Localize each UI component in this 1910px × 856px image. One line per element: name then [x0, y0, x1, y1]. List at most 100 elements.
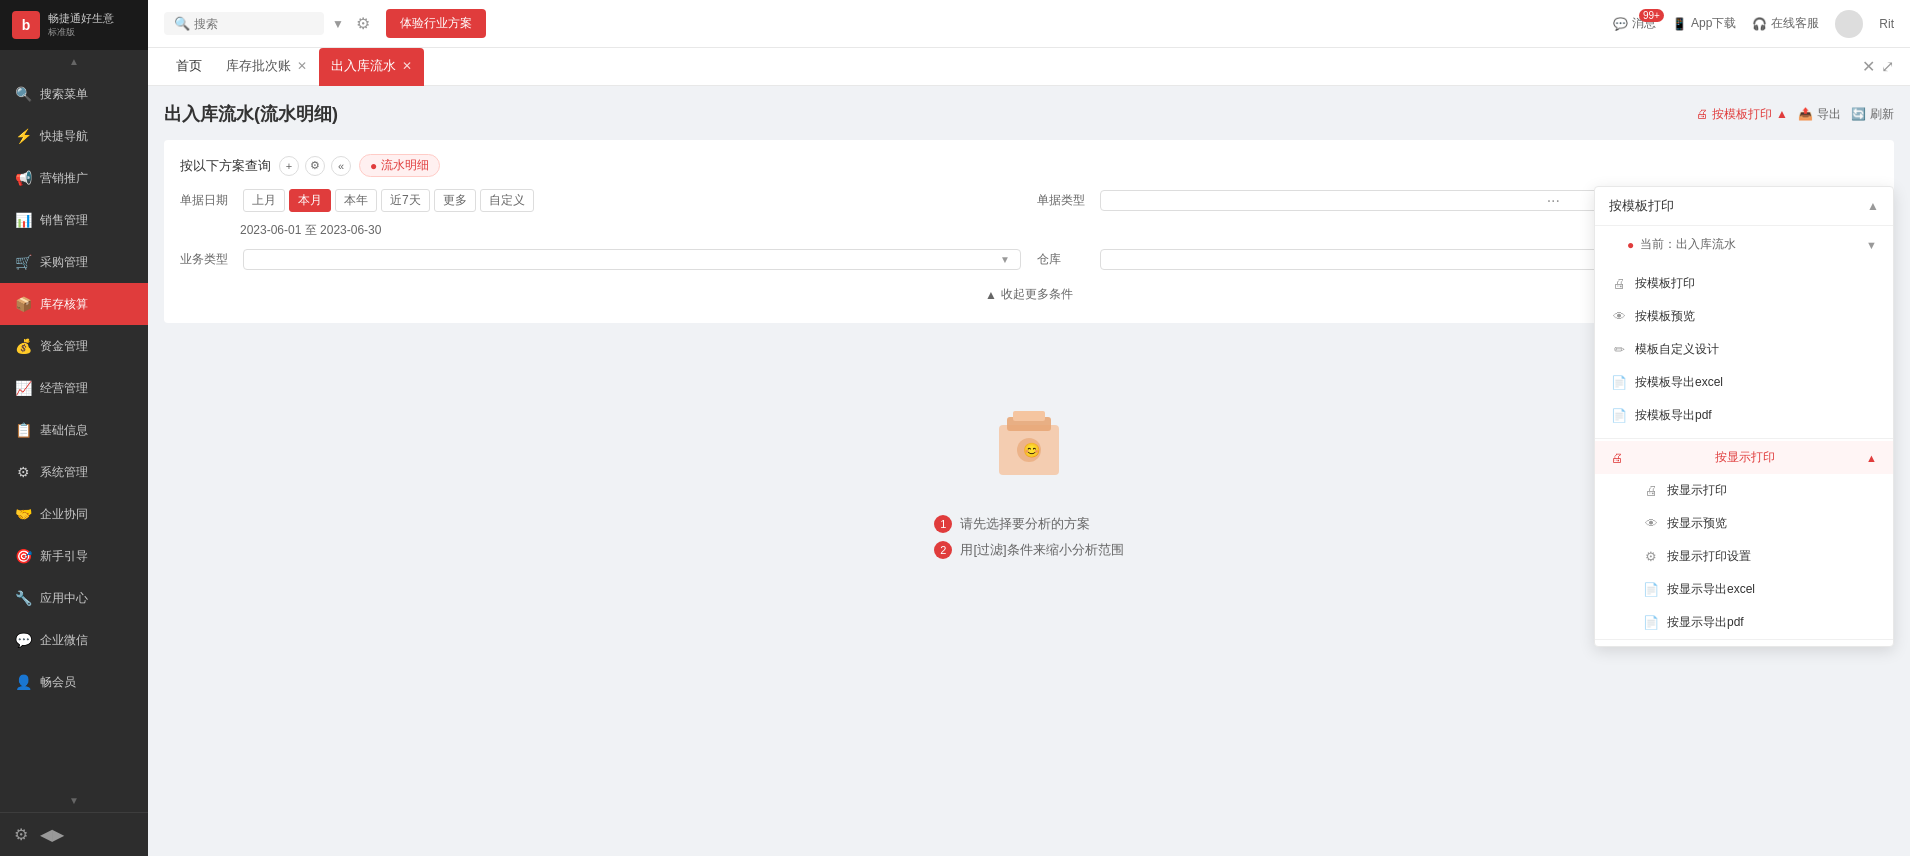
display-section-arrow: ▲ — [1866, 452, 1877, 464]
print-template-button[interactable]: 🖨 按模板打印 ▲ — [1696, 106, 1788, 123]
message-icon: 💬 — [1613, 17, 1628, 31]
page-header: 出入库流水(流水明细) 🖨 按模板打印 ▲ 📤 导出 🔄 刷新 — [164, 102, 1894, 126]
filter-settings-button[interactable]: ⚙ — [305, 156, 325, 176]
refresh-button[interactable]: 🔄 刷新 — [1851, 106, 1894, 123]
dropdown-item-template-preview[interactable]: 👁 按模板预览 — [1595, 300, 1893, 333]
quick-nav-icon: ⚡ — [14, 127, 32, 145]
scroll-up-arrow[interactable]: ▲ — [67, 54, 81, 69]
display-print-icon: 🖨 — [1643, 483, 1659, 499]
sidebar-item-collab[interactable]: 🤝 企业协同 — [0, 493, 148, 535]
dropdown-item-display-settings[interactable]: ⚙ 按显示打印设置 — [1611, 540, 1893, 573]
date-btn-year[interactable]: 本年 — [335, 189, 377, 212]
tab-batch-close[interactable]: ✕ — [297, 59, 307, 73]
app-download-button[interactable]: 📱 App下载 — [1672, 15, 1736, 32]
custom-item-icon: ✏ — [1611, 342, 1627, 358]
date-btn-more[interactable]: 更多 — [434, 189, 476, 212]
topbar-gear-icon[interactable]: ⚙ — [356, 14, 370, 33]
sidebar-item-search[interactable]: 🔍 搜索菜单 — [0, 73, 148, 115]
step-2-text: 用[过滤]条件来缩小分析范围 — [960, 541, 1123, 559]
sidebar-label-marketing: 营销推广 — [40, 170, 88, 187]
sidebar-item-quick[interactable]: ⚡ 快捷导航 — [0, 115, 148, 157]
empty-steps: 1 请先选择要分析的方案 2 用[过滤]条件来缩小分析范围 — [934, 515, 1123, 559]
sidebar-item-sales[interactable]: 📊 销售管理 — [0, 199, 148, 241]
sidebar-item-finance[interactable]: 💰 资金管理 — [0, 325, 148, 367]
sidebar-item-member[interactable]: 👤 畅会员 — [0, 661, 148, 703]
empty-step-2: 2 用[过滤]条件来缩小分析范围 — [934, 541, 1123, 559]
preview-item-icon: 👁 — [1611, 309, 1627, 325]
dropdown-item-display-excel[interactable]: 📄 按显示导出excel — [1611, 573, 1893, 606]
filter-collapse-button[interactable]: « — [331, 156, 351, 176]
dropdown-scroll: ● 当前：出入库流水 ▼ 🖨 按模板打印 👁 按模板预览 ✏ — [1595, 226, 1893, 646]
biz-select[interactable]: ▼ — [243, 249, 1021, 270]
tab-close-all-button[interactable]: ✕ — [1862, 57, 1875, 76]
topbar-dropdown-arrow[interactable]: ▼ — [332, 17, 344, 31]
settings-bottom-icon[interactable]: ⚙ — [14, 825, 28, 844]
sidebar-label-search: 搜索菜单 — [40, 86, 88, 103]
tab-expand-button[interactable]: ⤢ — [1881, 57, 1894, 76]
topbar-search-input[interactable] — [194, 17, 314, 31]
message-badge: 99+ — [1639, 9, 1664, 22]
dropdown-item-template-custom[interactable]: ✏ 模板自定义设计 — [1595, 333, 1893, 366]
dropdown-item-label-template-pdf: 按模板导出pdf — [1635, 407, 1712, 424]
display-excel-icon: 📄 — [1643, 582, 1659, 598]
app-download-label: App下载 — [1691, 15, 1736, 32]
dropdown-item-display-pdf[interactable]: 📄 按显示导出pdf — [1611, 606, 1893, 639]
dropdown-current-label[interactable]: ● 当前：出入库流水 ▼ — [1595, 230, 1893, 259]
export-button[interactable]: 📤 导出 — [1798, 106, 1841, 123]
tab-home-label: 首页 — [176, 57, 202, 75]
sidebar-item-operation[interactable]: 📈 经营管理 — [0, 367, 148, 409]
filter-add-button[interactable]: + — [279, 156, 299, 176]
search-topbar-icon: 🔍 — [174, 16, 190, 31]
sidebar-label-purchase: 采购管理 — [40, 254, 88, 271]
tab-batch[interactable]: 库存批次账 ✕ — [214, 48, 319, 86]
sidebar-item-guide[interactable]: 🎯 新手引导 — [0, 535, 148, 577]
sidebar: b 畅捷通好生意 标准版 ▲ 🔍 搜索菜单 ⚡ 快捷导航 📢 营销推广 📊 销售… — [0, 0, 148, 856]
dropdown-item-label-template-print: 按模板打印 — [1635, 275, 1695, 292]
sidebar-item-basic[interactable]: 📋 基础信息 — [0, 409, 148, 451]
dropdown-item-display-preview[interactable]: 👁 按显示预览 — [1611, 507, 1893, 540]
svg-rect-2 — [1013, 411, 1045, 421]
dropdown-header: 按模板打印 ▲ — [1595, 187, 1893, 226]
trial-button[interactable]: 体验行业方案 — [386, 9, 486, 38]
dropdown-item-template-excel[interactable]: 📄 按模板导出excel — [1595, 366, 1893, 399]
dropdown-item-template-print[interactable]: 🖨 按模板打印 — [1595, 267, 1893, 300]
sidebar-item-purchase[interactable]: 🛒 采购管理 — [0, 241, 148, 283]
sidebar-item-marketing[interactable]: 📢 营销推广 — [0, 157, 148, 199]
scroll-down-arrow[interactable]: ▼ — [67, 793, 81, 808]
dropdown-item-display-print[interactable]: 🖨 按显示打印 — [1611, 474, 1893, 507]
filter-title-row: 按以下方案查询 + ⚙ « ● 流水明细 — [180, 154, 1878, 177]
dropdown-item-label-display-print: 按显示打印 — [1667, 482, 1727, 499]
user-avatar — [1835, 10, 1863, 38]
collapse-up-icon: ▲ — [985, 288, 997, 302]
dropdown-current-section: ● 当前：出入库流水 ▼ — [1595, 226, 1893, 263]
sidebar-item-wechat[interactable]: 💬 企业微信 — [0, 619, 148, 661]
sidebar-item-system[interactable]: ⚙ 系统管理 — [0, 451, 148, 493]
sidebar-item-apps[interactable]: 🔧 应用中心 — [0, 577, 148, 619]
page-area: 出入库流水(流水明细) 🖨 按模板打印 ▲ 📤 导出 🔄 刷新 — [148, 86, 1910, 856]
date-btn-custom[interactable]: 自定义 — [480, 189, 534, 212]
dropdown-display-section-header[interactable]: 🖨 按显示打印 ▲ — [1595, 441, 1893, 474]
date-btn-last-month[interactable]: 上月 — [243, 189, 285, 212]
date-btn-current-month[interactable]: 本月 — [289, 189, 331, 212]
service-icon: 🎧 — [1752, 17, 1767, 31]
more-options-button[interactable]: ··· — [1547, 192, 1560, 210]
message-button[interactable]: 💬 消息 99+ — [1613, 15, 1656, 32]
tab-flow-close[interactable]: ✕ — [402, 59, 412, 73]
current-indicator-icon: ● — [1627, 238, 1634, 252]
collapse-sidebar-icon[interactable]: ◀▶ — [40, 825, 64, 844]
dropdown-item-label-display-excel: 按显示导出excel — [1667, 581, 1755, 598]
filter-tag[interactable]: ● 流水明细 — [359, 154, 440, 177]
page-title: 出入库流水(流水明细) — [164, 102, 338, 126]
tab-home[interactable]: 首页 — [164, 48, 214, 86]
online-service-button[interactable]: 🎧 在线客服 — [1752, 15, 1819, 32]
filter-tag-label: 流水明细 — [381, 157, 429, 174]
purchase-nav-icon: 🛒 — [14, 253, 32, 271]
sidebar-item-inventory[interactable]: 📦 库存核算 — [0, 283, 148, 325]
tab-flow[interactable]: 出入库流水 ✕ — [319, 48, 424, 86]
main-content: 🔍 ▼ ⚙ 体验行业方案 💬 消息 99+ 📱 App下载 🎧 在线客服 Rit — [148, 0, 1910, 856]
sidebar-label-apps: 应用中心 — [40, 590, 88, 607]
sidebar-label-basic: 基础信息 — [40, 422, 88, 439]
date-btn-7days[interactable]: 近7天 — [381, 189, 430, 212]
dropdown-item-template-pdf[interactable]: 📄 按模板导出pdf — [1595, 399, 1893, 432]
dropdown-header-arrow[interactable]: ▲ — [1867, 199, 1879, 213]
